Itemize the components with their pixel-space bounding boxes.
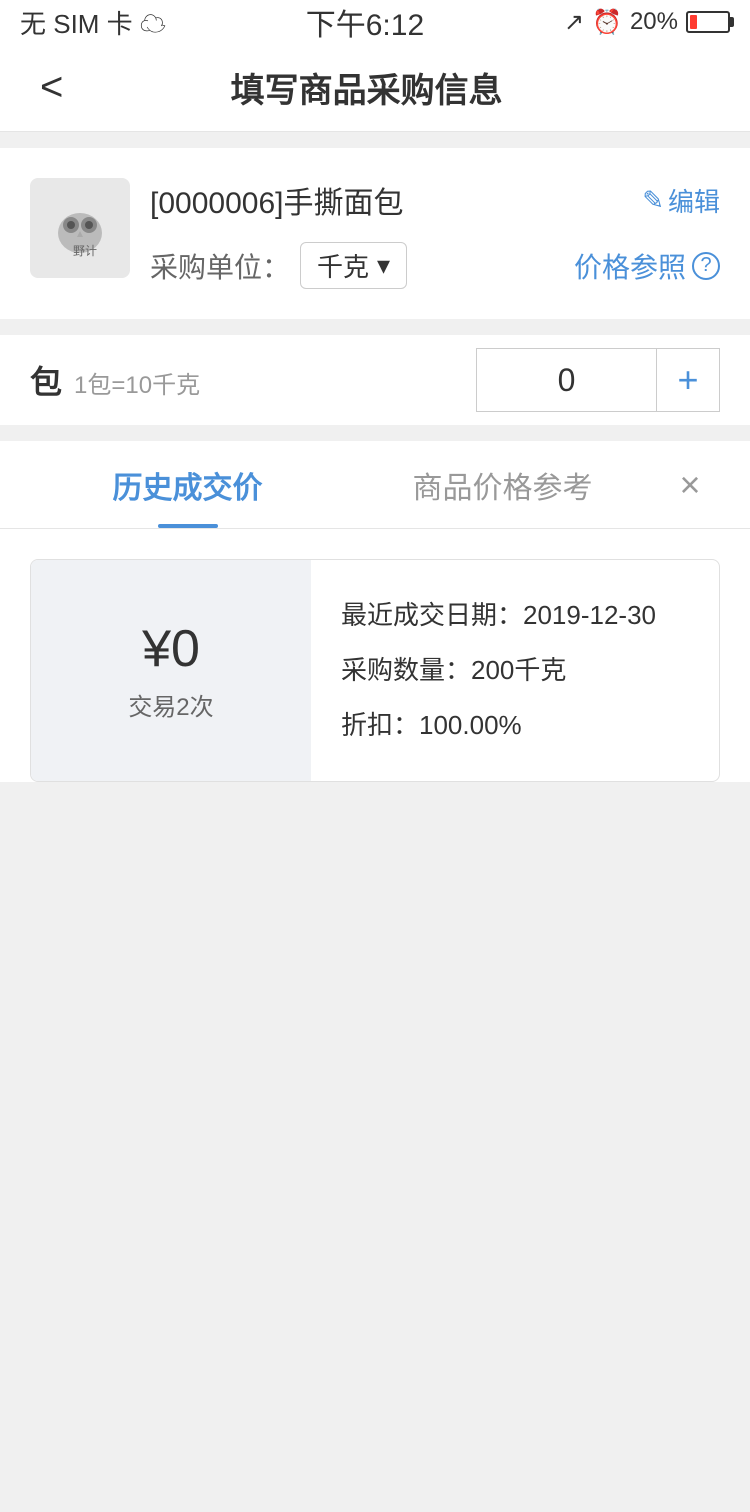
main-background bbox=[0, 812, 750, 1512]
price-ref-label: 价格参照 bbox=[574, 246, 686, 286]
purchase-qty-row: 采购数量：200千克 bbox=[341, 651, 689, 690]
discount-label: 折扣： bbox=[341, 710, 419, 740]
trade-count: 交易2次 bbox=[128, 687, 213, 722]
tabs-close-button[interactable]: × bbox=[660, 464, 720, 506]
tab-active-indicator bbox=[158, 524, 218, 528]
tab-history-price-label: 历史成交价 bbox=[113, 463, 263, 507]
page-title: 填写商品采购信息 bbox=[73, 63, 660, 112]
price-amount: 0 bbox=[171, 620, 200, 678]
recent-date-value: 2019-12-30 bbox=[523, 600, 656, 630]
tab-history-price[interactable]: 历史成交价 bbox=[30, 441, 345, 528]
edit-button[interactable]: ✎ 编辑 bbox=[642, 182, 720, 219]
nav-bar: < 填写商品采购信息 bbox=[0, 44, 750, 132]
status-right: ↗ ⏰ 20% bbox=[564, 8, 730, 37]
purchase-unit-row: 采购单位： 千克 ▾ 价格参照 ? bbox=[150, 242, 720, 289]
quantity-section: 包 1包=10千克 0 + bbox=[0, 335, 750, 425]
purchase-qty-label: 采购数量： bbox=[341, 655, 471, 685]
tabs-container: 历史成交价 商品价格参考 × ¥0 交易2次 最近成交日期：2019-12-30… bbox=[0, 441, 750, 782]
unit-value: 千克 bbox=[317, 247, 369, 284]
recent-date-label: 最近成交日期： bbox=[341, 600, 523, 630]
dropdown-arrow-icon: ▾ bbox=[377, 250, 390, 281]
quantity-input[interactable]: 0 bbox=[476, 348, 656, 412]
quantity-input-group: 0 + bbox=[476, 348, 720, 412]
purchase-unit-label: 采购单位： bbox=[150, 246, 290, 286]
product-name-row: [0000006]手撕面包 ✎ 编辑 bbox=[150, 178, 720, 222]
tabs-header: 历史成交价 商品价格参考 × bbox=[0, 441, 750, 529]
unit-selector[interactable]: 千克 ▾ bbox=[300, 242, 407, 289]
help-icon: ? bbox=[692, 252, 720, 280]
quantity-label-group: 包 1包=10千克 bbox=[30, 357, 200, 403]
section-divider-1 bbox=[0, 319, 750, 335]
product-thumbnail: 野计 bbox=[30, 178, 130, 278]
location-icon: ↗ bbox=[564, 8, 584, 37]
price-card-left: ¥0 交易2次 bbox=[31, 560, 311, 781]
battery-icon bbox=[686, 11, 730, 33]
tab-price-reference-label: 商品价格参考 bbox=[413, 463, 593, 507]
discount-value: 100.00% bbox=[419, 710, 522, 740]
discount-row: 折扣：100.00% bbox=[341, 706, 689, 745]
currency-symbol: ¥ bbox=[142, 620, 171, 678]
price-display: ¥0 bbox=[142, 619, 200, 679]
price-card: ¥0 交易2次 最近成交日期：2019-12-30 采购数量：200千克 折扣：… bbox=[30, 559, 720, 782]
product-info: [0000006]手撕面包 ✎ 编辑 采购单位： 千克 ▾ 价格参照 ? bbox=[150, 178, 720, 289]
product-section: 野计 [0000006]手撕面包 ✎ 编辑 采购单位： 千克 ▾ bbox=[0, 148, 750, 319]
product-name: [0000006]手撕面包 bbox=[150, 178, 403, 222]
status-time: 下午6:12 bbox=[306, 0, 424, 44]
product-row: 野计 [0000006]手撕面包 ✎ 编辑 采购单位： 千克 ▾ bbox=[30, 178, 720, 289]
sim-status: 无 SIM 卡 ☁ bbox=[20, 4, 166, 41]
quantity-conversion-label: 1包=10千克 bbox=[74, 365, 200, 400]
quantity-unit-label: 包 bbox=[30, 357, 62, 403]
status-bar: 无 SIM 卡 ☁ 下午6:12 ↗ ⏰ 20% bbox=[0, 0, 750, 44]
back-button[interactable]: < bbox=[30, 55, 73, 120]
quantity-plus-button[interactable]: + bbox=[656, 348, 720, 412]
battery-percent: 20% bbox=[630, 8, 678, 36]
recent-date-row: 最近成交日期：2019-12-30 bbox=[341, 596, 689, 635]
tab-price-reference[interactable]: 商品价格参考 bbox=[345, 441, 660, 528]
svg-text:野计: 野计 bbox=[73, 244, 97, 258]
price-card-right: 最近成交日期：2019-12-30 采购数量：200千克 折扣：100.00% bbox=[311, 560, 719, 781]
purchase-qty-value: 200千克 bbox=[471, 655, 566, 685]
product-image: 野计 bbox=[45, 193, 115, 263]
status-left: 无 SIM 卡 ☁ bbox=[20, 4, 166, 41]
edit-icon: ✎ bbox=[642, 185, 664, 216]
edit-label: 编辑 bbox=[668, 182, 720, 219]
price-reference-button[interactable]: 价格参照 ? bbox=[574, 246, 720, 286]
alarm-icon: ⏰ bbox=[592, 8, 622, 37]
